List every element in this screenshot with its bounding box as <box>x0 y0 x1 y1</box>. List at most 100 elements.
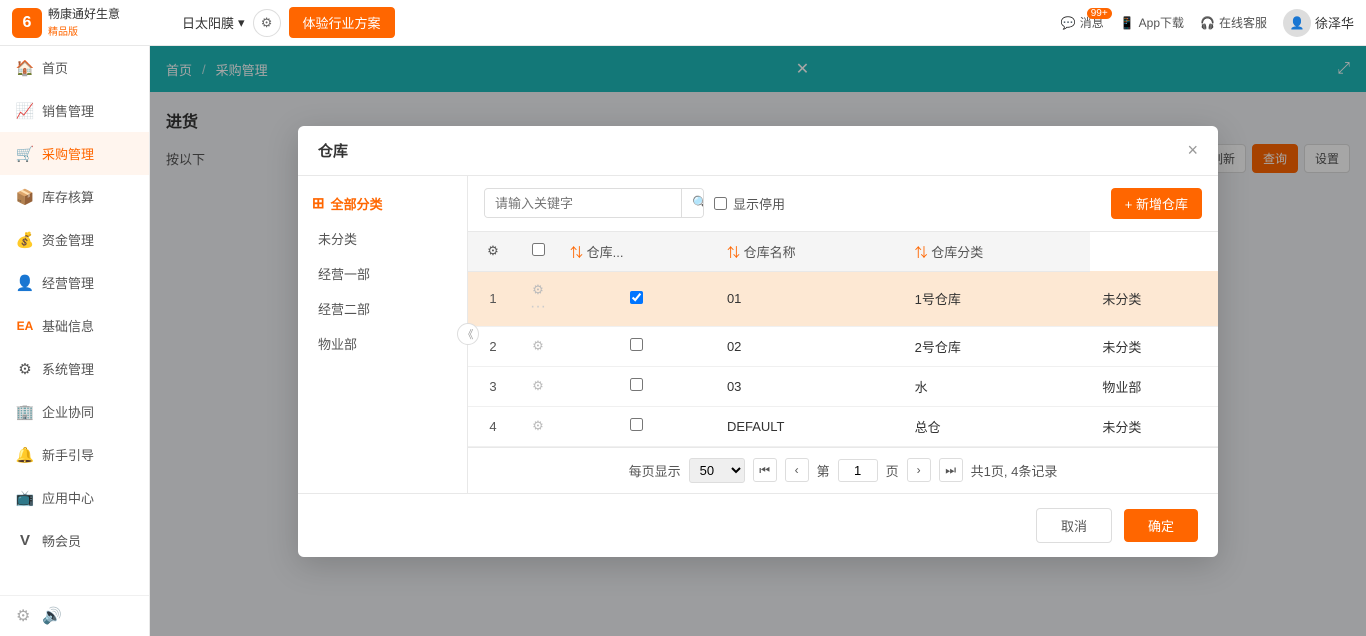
category-label-2: 经营二部 <box>318 302 370 317</box>
per-page-select[interactable]: 50 10 20 100 <box>689 458 745 483</box>
sidebar-label-member: 畅会员 <box>42 531 81 550</box>
row-code: 02 <box>727 339 741 354</box>
row-category: 未分类 <box>1102 292 1141 307</box>
settings-button[interactable]: ⚙ <box>253 9 281 37</box>
col-gear: ⚙ <box>468 232 518 272</box>
sales-icon: 📈 <box>16 102 34 120</box>
warehouse-modal: 仓库 × ⊞ 全部分类 未分类 经营 <box>298 126 1218 557</box>
row-gear-icon: ⚙ <box>532 282 544 297</box>
category-item-1[interactable]: 经营一部 <box>298 256 467 291</box>
sidebar-item-inventory[interactable]: 📦 库存核算 <box>0 175 149 218</box>
row-gear-cell: ⚙ ··· <box>518 366 558 406</box>
all-categories-label: 全部分类 <box>331 194 383 213</box>
row-checkbox[interactable] <box>630 378 643 391</box>
category-item-0[interactable]: 未分类 <box>298 221 467 256</box>
row-dots-button[interactable]: ··· <box>530 298 546 315</box>
sidebar-item-info[interactable]: EA 基础信息 <box>0 304 149 347</box>
show-disabled-checkbox[interactable] <box>714 197 727 210</box>
member-icon: V <box>16 532 34 550</box>
sidebar-item-appcenter[interactable]: 📺 应用中心 <box>0 476 149 519</box>
sidebar-item-enterprise[interactable]: 🏢 企业协同 <box>0 390 149 433</box>
user-avatar: 👤 <box>1283 9 1311 37</box>
total-label: 共1页, 4条记录 <box>971 461 1058 480</box>
search-input-wrap: 🔍 <box>484 188 704 218</box>
row-num-cell <box>558 271 715 326</box>
messages-button[interactable]: 💬 消息 99+ <box>1061 14 1104 31</box>
select-all-checkbox[interactable] <box>532 243 545 256</box>
cancel-button[interactable]: 取消 <box>1036 508 1112 543</box>
sidebar-item-finance[interactable]: 💰 资金管理 <box>0 218 149 261</box>
online-service-button[interactable]: 🎧 在线客服 <box>1200 14 1267 31</box>
row-code: 03 <box>727 379 741 394</box>
row-category-cell: 未分类 <box>1090 271 1218 326</box>
info-icon: EA <box>16 317 34 335</box>
search-input[interactable] <box>485 190 681 217</box>
row-code-cell: 01 <box>715 271 903 326</box>
messages-badge: 99+ <box>1087 8 1112 19</box>
row-checkbox[interactable] <box>630 338 643 351</box>
col-gear-icon: ⚙ <box>487 243 499 258</box>
top-right-area: 💬 消息 99+ 📱 App下载 🎧 在线客服 👤 徐泽华 <box>1061 9 1354 37</box>
row-num-cell <box>558 326 715 366</box>
sidebar-label-finance: 资金管理 <box>42 230 94 249</box>
sidebar: 🏠 首页 📈 销售管理 🛒 采购管理 📦 库存核算 💰 资金管理 👤 经营管理 … <box>0 46 150 636</box>
row-checkbox[interactable] <box>630 291 643 304</box>
last-page-button[interactable]: ⏭ <box>939 458 963 482</box>
row-category-cell: 物业部 <box>1090 366 1218 406</box>
row-checkbox[interactable] <box>630 418 643 431</box>
content-panel: 🔍 显示停用 + 新增仓库 <box>468 176 1218 493</box>
all-categories-item[interactable]: ⊞ 全部分类 <box>298 186 467 221</box>
row-index-cell: 3 <box>468 366 518 406</box>
first-page-button[interactable]: ⏮ <box>753 458 777 482</box>
sidebar-item-guide[interactable]: 🔔 新手引导 <box>0 433 149 476</box>
sidebar-item-sales[interactable]: 📈 销售管理 <box>0 89 149 132</box>
sidebar-bottom: ⚙ 🔊 <box>0 595 149 636</box>
category-item-3[interactable]: 物业部 <box>298 326 467 361</box>
company-selector[interactable]: 日太阳膜 ▾ <box>182 13 245 32</box>
add-warehouse-button[interactable]: + 新增仓库 <box>1111 188 1202 219</box>
sidebar-item-member[interactable]: V 畅会员 <box>0 519 149 562</box>
chevron-down-icon: ▾ <box>238 15 245 31</box>
volume-icon[interactable]: 🔊 <box>42 606 62 626</box>
app-download-button[interactable]: 📱 App下载 <box>1120 14 1184 31</box>
page-number-input[interactable] <box>838 459 878 482</box>
prev-page-button[interactable]: ‹ <box>785 458 809 482</box>
table-row: 1 ⚙ ··· 01 1号仓库 未分类 <box>468 271 1218 326</box>
confirm-button[interactable]: 确定 <box>1124 509 1198 542</box>
row-gear-cell: ⚙ ··· <box>518 271 558 326</box>
trial-button[interactable]: 体验行业方案 <box>289 7 395 38</box>
sidebar-item-purchase[interactable]: 🛒 采购管理 <box>0 132 149 175</box>
modal-footer: 取消 确定 <box>298 493 1218 557</box>
row-gear-cell: ⚙ ··· <box>518 406 558 446</box>
table-header-row: ⚙ ⇅ 仓库... <box>468 232 1218 272</box>
next-page-button[interactable]: › <box>907 458 931 482</box>
finance-icon: 💰 <box>16 231 34 249</box>
pagination-bar: 每页显示 50 10 20 100 ⏮ ‹ 第 页 <box>468 447 1218 493</box>
user-menu[interactable]: 👤 徐泽华 <box>1283 9 1354 37</box>
sidebar-item-system[interactable]: ⚙ 系统管理 <box>0 347 149 390</box>
sidebar-item-home[interactable]: 🏠 首页 <box>0 46 149 89</box>
search-bar: 🔍 显示停用 + 新增仓库 <box>468 176 1218 232</box>
row-category-cell: 未分类 <box>1090 326 1218 366</box>
modal-overlay: 仓库 × ⊞ 全部分类 未分类 经营 <box>150 46 1366 636</box>
row-num-cell <box>558 366 715 406</box>
page-suffix: 页 <box>886 461 899 480</box>
row-category: 未分类 <box>1102 420 1141 435</box>
settings-bottom-icon[interactable]: ⚙ <box>16 606 30 626</box>
category-label-0: 未分类 <box>318 232 357 247</box>
main-content: 首页 / 采购管理 ✕ ⤢ 进货 按以下 打印 导出 刷新 查询 设置 <box>150 46 1366 636</box>
sidebar-item-ops[interactable]: 👤 经营管理 <box>0 261 149 304</box>
search-icon-button[interactable]: 🔍 <box>681 189 704 217</box>
headset-icon: 🎧 <box>1200 16 1215 30</box>
table-row: 4 ⚙ ··· DEFAULT 总仓 未分类 <box>468 406 1218 446</box>
app-logo-icon: 6 <box>12 8 42 38</box>
category-item-2[interactable]: 经营二部 <box>298 291 467 326</box>
modal-close-button[interactable]: × <box>1187 141 1198 159</box>
collapse-panel-button[interactable]: 《 <box>457 323 479 345</box>
row-code-cell: 02 <box>715 326 903 366</box>
sidebar-label-inventory: 库存核算 <box>42 187 94 206</box>
enterprise-icon: 🏢 <box>16 403 34 421</box>
search-icon: 🔍 <box>692 195 704 210</box>
category-label-3: 物业部 <box>318 337 357 352</box>
modal-title: 仓库 <box>318 140 348 161</box>
